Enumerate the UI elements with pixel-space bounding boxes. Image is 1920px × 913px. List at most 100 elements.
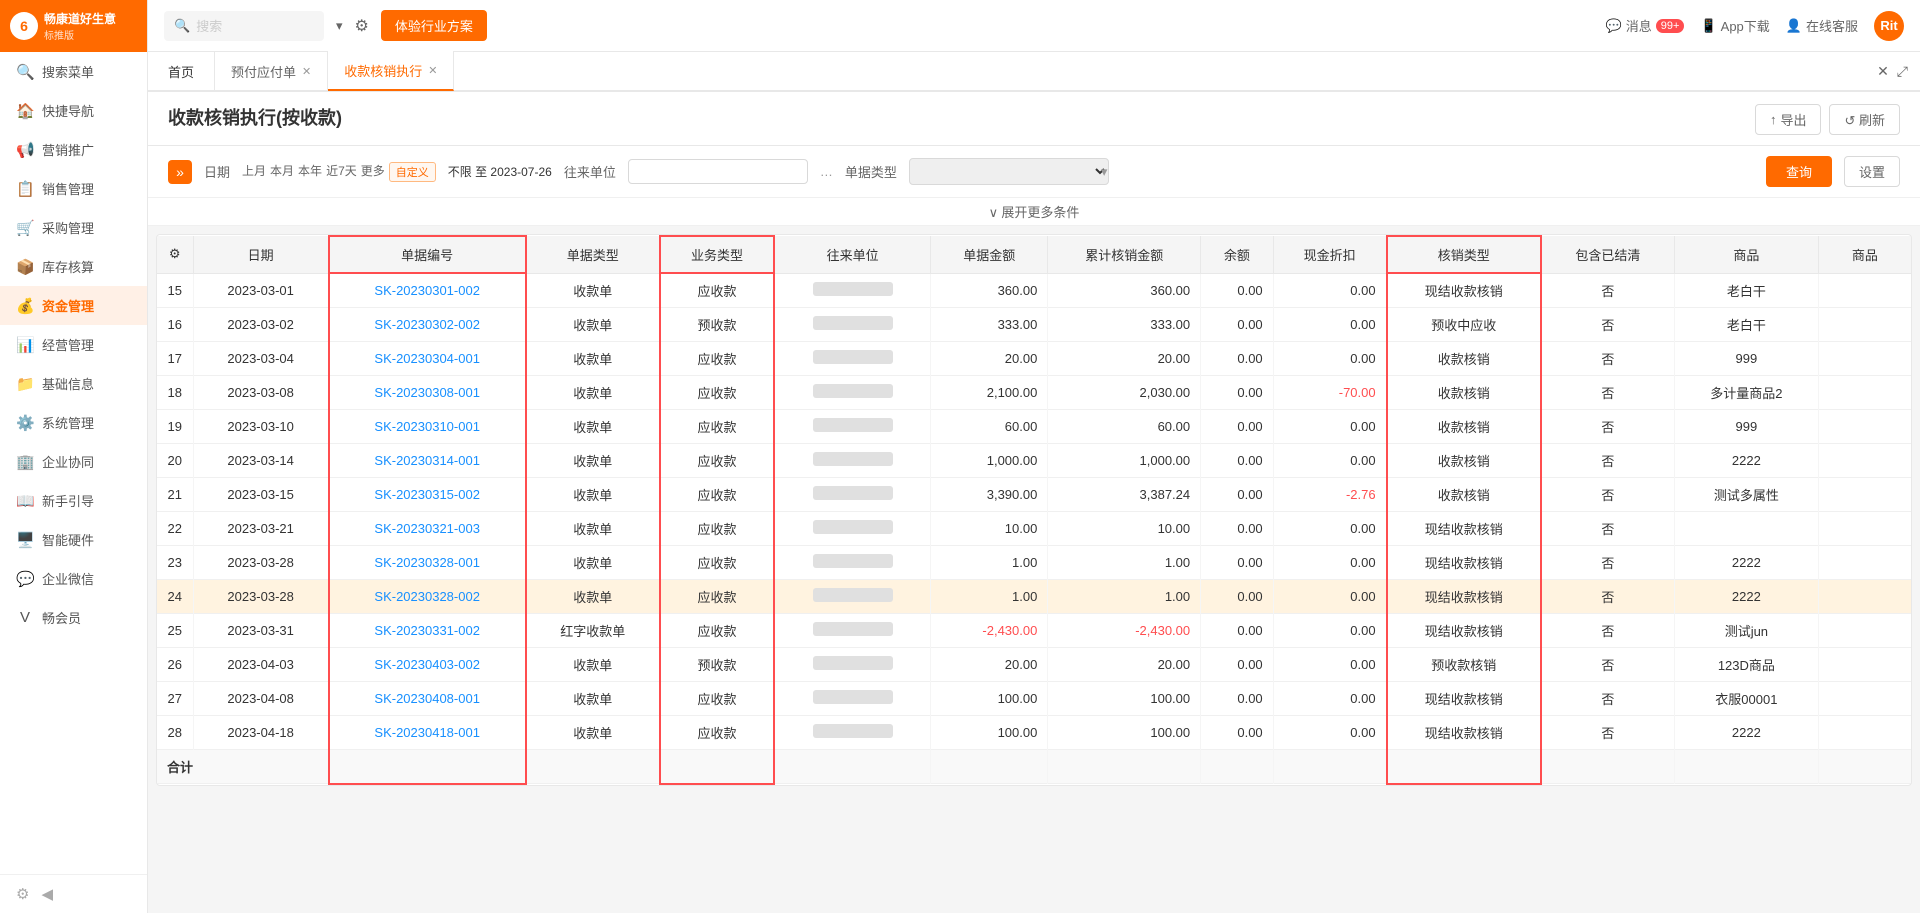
- cell-included: 否: [1541, 716, 1675, 750]
- receipt-type-filter-select[interactable]: [909, 158, 1109, 185]
- cell-verify-type: 收款核销: [1387, 376, 1541, 410]
- order-no-link[interactable]: SK-20230304-001: [374, 351, 480, 366]
- order-no-link[interactable]: SK-20230310-001: [374, 419, 480, 434]
- cell-biz-type: 预收款: [660, 308, 774, 342]
- col-header-receipt-type: 单据类型: [526, 236, 660, 273]
- cell-discount: 0.00: [1273, 716, 1386, 750]
- expand-more-button[interactable]: ∨ 展开更多条件: [989, 202, 1080, 221]
- cell-verify-type: 现结收款核销: [1387, 546, 1541, 580]
- query-button[interactable]: 查询: [1766, 156, 1832, 187]
- sidebar-item-hardware[interactable]: 🖥️ 智能硬件: [0, 520, 147, 559]
- pre-payment-tab-close[interactable]: ✕: [302, 65, 311, 78]
- receipt-type-filter-label: 单据类型: [845, 162, 897, 181]
- topbar-search-box[interactable]: 🔍 搜索: [164, 11, 324, 41]
- tab-close-all-icon[interactable]: ✕: [1877, 63, 1889, 80]
- date-this-month[interactable]: 本月: [270, 162, 294, 182]
- cell-no: 20: [157, 444, 193, 478]
- cell-verified: 360.00: [1048, 273, 1201, 308]
- order-no-link[interactable]: SK-20230314-001: [374, 453, 480, 468]
- ops-icon: 📊: [16, 336, 34, 354]
- cell-order-no: SK-20230308-001: [329, 376, 526, 410]
- cell-biz-type: 应收款: [660, 410, 774, 444]
- date-this-year[interactable]: 本年: [298, 162, 322, 182]
- order-no-link[interactable]: SK-20230302-002: [374, 317, 480, 332]
- sidebar-item-guide[interactable]: 📖 新手引导: [0, 481, 147, 520]
- partner-filter-input[interactable]: [628, 159, 808, 184]
- order-no-link[interactable]: SK-20230418-001: [374, 725, 480, 740]
- settings-footer-icon[interactable]: ⚙: [16, 885, 29, 903]
- date-custom-button[interactable]: 自定义: [389, 162, 436, 182]
- order-no-link[interactable]: SK-20230331-002: [374, 623, 480, 638]
- order-no-link[interactable]: SK-20230328-002: [374, 589, 480, 604]
- cell-receipt-type: 收款单: [526, 444, 660, 478]
- order-no-link[interactable]: SK-20230308-001: [374, 385, 480, 400]
- topbar-gear[interactable]: ⚙: [355, 16, 369, 36]
- order-no-link[interactable]: SK-20230321-003: [374, 521, 480, 536]
- search-placeholder: 搜索: [196, 16, 222, 35]
- sidebar-item-wechat[interactable]: 💬 企业微信: [0, 559, 147, 598]
- sidebar-item-finance[interactable]: 💰 资金管理: [0, 286, 147, 325]
- user-avatar[interactable]: Rit: [1874, 11, 1904, 41]
- cell-no: 24: [157, 580, 193, 614]
- cell-verified: 10.00: [1048, 512, 1201, 546]
- sidebar-item-sales[interactable]: 📋 销售管理: [0, 169, 147, 208]
- date-more[interactable]: 更多: [361, 162, 385, 182]
- sidebar-item-member[interactable]: V 畅会员: [0, 598, 147, 637]
- collapse-icon[interactable]: ◀: [41, 885, 53, 903]
- col-header-settings[interactable]: ⚙: [157, 236, 193, 273]
- sidebar-item-ops[interactable]: 📊 经营管理: [0, 325, 147, 364]
- cell-biz-type: 应收款: [660, 273, 774, 308]
- sidebar-label-quick-nav: 快捷导航: [42, 101, 94, 120]
- sidebar-item-inventory[interactable]: 📦 库存核算: [0, 247, 147, 286]
- cell-biz-type: 应收款: [660, 546, 774, 580]
- cell-order-no: SK-20230304-001: [329, 342, 526, 376]
- filter-settings-button[interactable]: 设置: [1844, 156, 1900, 187]
- order-no-link[interactable]: SK-20230301-002: [374, 283, 480, 298]
- sidebar-item-system[interactable]: ⚙️ 系统管理: [0, 403, 147, 442]
- cell-verify-type: 预收款核销: [1387, 648, 1541, 682]
- cell-no: 25: [157, 614, 193, 648]
- order-no-link[interactable]: SK-20230328-001: [374, 555, 480, 570]
- order-no-link[interactable]: SK-20230408-001: [374, 691, 480, 706]
- cell-date: 2023-04-08: [193, 682, 329, 716]
- sidebar-item-basic[interactable]: 📁 基础信息: [0, 364, 147, 403]
- cell-no: 17: [157, 342, 193, 376]
- tab-receipts-execute[interactable]: 收款核销执行 ✕: [328, 51, 454, 91]
- refresh-button[interactable]: ↺ 刷新: [1829, 104, 1900, 135]
- sidebar-item-quick-nav[interactable]: 🏠 快捷导航: [0, 91, 147, 130]
- sidebar-item-purchase[interactable]: 🛒 采购管理: [0, 208, 147, 247]
- filter-toggle-button[interactable]: »: [168, 160, 192, 184]
- date-filter-label: 日期: [204, 162, 230, 181]
- export-label: 导出: [1780, 110, 1806, 129]
- sidebar-item-search[interactable]: 🔍 搜索菜单: [0, 52, 147, 91]
- date-prev-month[interactable]: 上月: [242, 162, 266, 182]
- service-label: 在线客服: [1806, 16, 1858, 35]
- sidebar-item-marketing[interactable]: 📢 营销推广: [0, 130, 147, 169]
- system-icon: ⚙️: [16, 414, 34, 432]
- basic-icon: 📁: [16, 375, 34, 393]
- tab-maximize-icon[interactable]: ⤢: [1897, 63, 1908, 80]
- receipts-execute-tab-close[interactable]: ✕: [428, 64, 437, 77]
- sidebar-nav: 🔍 搜索菜单 🏠 快捷导航 📢 营销推广 📋 销售管理 🛒 采购管理 📦 库存核…: [0, 52, 147, 874]
- online-service-button[interactable]: 👤 在线客服: [1786, 16, 1858, 35]
- order-no-link[interactable]: SK-20230403-002: [374, 657, 480, 672]
- home-tab-label: 首页: [168, 62, 194, 81]
- cell-no: 26: [157, 648, 193, 682]
- cell-verified: 3,387.24: [1048, 478, 1201, 512]
- export-button[interactable]: ↑ 导出: [1755, 104, 1822, 135]
- date-last-7-days[interactable]: 近7天: [326, 162, 357, 182]
- message-button[interactable]: 💬 消息 99+: [1606, 16, 1685, 35]
- cell-biz-type: 应收款: [660, 342, 774, 376]
- cell-goods1: 999: [1674, 410, 1818, 444]
- tab-pre-payment[interactable]: 预付应付单 ✕: [215, 51, 328, 91]
- order-no-link[interactable]: SK-20230315-002: [374, 487, 480, 502]
- topbar-dropdown-arrow[interactable]: ▾: [336, 18, 343, 34]
- search-icon-topbar: 🔍: [174, 18, 190, 34]
- industry-solution-button[interactable]: 体验行业方案: [381, 10, 487, 41]
- tab-home[interactable]: 首页: [148, 51, 215, 91]
- sidebar-item-corp[interactable]: 🏢 企业协同: [0, 442, 147, 481]
- app-download-button[interactable]: 📱 App下载: [1700, 16, 1769, 35]
- cell-included: 否: [1541, 580, 1675, 614]
- message-label: 消息: [1626, 16, 1652, 35]
- sidebar-label-member: 畅会员: [42, 608, 81, 627]
